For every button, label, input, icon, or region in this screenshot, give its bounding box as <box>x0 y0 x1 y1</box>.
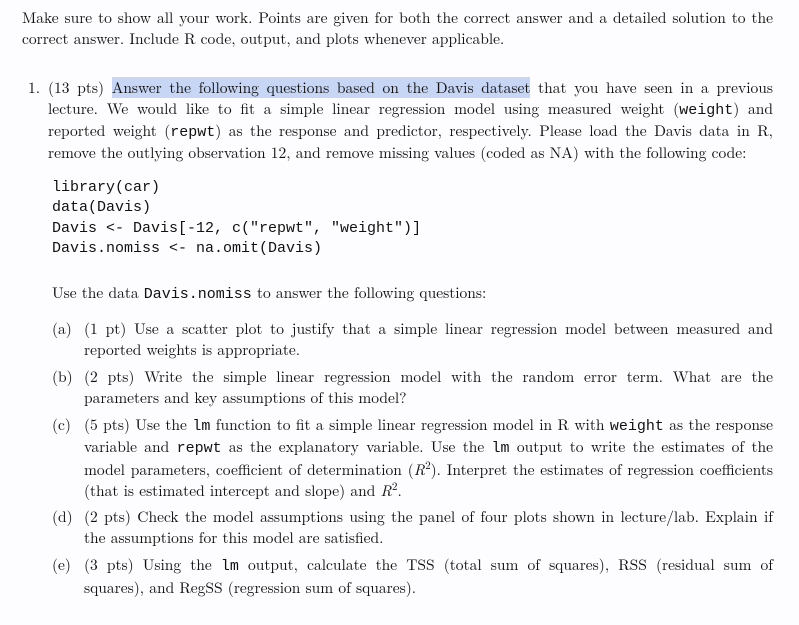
sub-question-b: (b) (2 pts) Write the simple linear regr… <box>52 367 773 409</box>
t: . <box>397 480 401 501</box>
sub-question-e: (e) (3 pts) Using the lm output, calcula… <box>52 555 773 598</box>
code-inline-repwt: repwt <box>177 440 222 457</box>
question-1: 1. (13 pts) Answer the following questio… <box>22 78 773 164</box>
lead-sentence: Use the data Davis.nomiss to answer the … <box>52 283 773 305</box>
t: Use the <box>130 414 192 435</box>
sub-question-list: (a) (1 pt) Use a scatter plot to justify… <box>52 319 773 598</box>
sub-points: (3 pts) <box>84 554 134 575</box>
sub-points: (1 pt) <box>84 318 126 339</box>
code-line: data(Davis) <box>52 199 151 216</box>
code-block: library(car) data(Davis) Davis <- Davis[… <box>52 178 773 259</box>
question-body: (13 pts) Answer the following questions … <box>48 78 773 164</box>
highlighted-text: Answer the following questions based on … <box>112 77 531 98</box>
page: Make sure to show all your work. Points … <box>0 0 799 598</box>
sub-label: (b) <box>52 367 78 409</box>
sub-text: Use a scatter plot to justify that a sim… <box>84 318 773 360</box>
sub-label: (e) <box>52 555 78 598</box>
sub-body: (1 pt) Use a scatter plot to justify tha… <box>84 319 773 361</box>
code-inline-lm: lm <box>221 558 239 575</box>
code-inline-repwt: repwt <box>170 124 215 141</box>
code-inline-weight: weight <box>610 418 664 435</box>
math-r: R <box>414 459 425 480</box>
sub-body: (3 pts) Using the lm output, calculate t… <box>84 555 773 598</box>
code-inline-weight: weight <box>679 102 733 119</box>
code-line: Davis.nomiss <- na.omit(Davis) <box>52 240 322 257</box>
sub-points: (2 pts) <box>84 506 131 527</box>
code-inline-lm: lm <box>492 440 510 457</box>
sub-points: (5 pts) <box>84 414 130 435</box>
sub-question-a: (a) (1 pt) Use a scatter plot to justify… <box>52 319 773 361</box>
sub-body: (2 pts) Write the simple linear regressi… <box>84 367 773 409</box>
t: function to fit a simple linear regressi… <box>210 414 610 435</box>
math-r: R <box>381 480 392 501</box>
t: Using the <box>134 554 221 575</box>
sub-label: (c) <box>52 415 78 501</box>
instructions-paragraph: Make sure to show all your work. Points … <box>22 8 773 50</box>
question-number: 1. <box>22 78 40 164</box>
sub-text: Check the model assumptions using the pa… <box>84 506 773 548</box>
sub-label: (d) <box>52 507 78 549</box>
code-inline-lm: lm <box>192 418 210 435</box>
sub-question-c: (c) (5 pts) Use the lm function to fit a… <box>52 415 773 501</box>
sub-label: (a) <box>52 319 78 361</box>
lead-text-b: to answer the following questions: <box>252 282 487 303</box>
code-line: Davis <- Davis[-12, c("repwt", "weight")… <box>52 220 421 237</box>
sub-points: (2 pts) <box>84 366 134 387</box>
sub-body: (5 pts) Use the lm function to fit a sim… <box>84 415 773 501</box>
sub-text: Write the simple linear regression model… <box>84 366 773 408</box>
t: as the explanatory variable. Use the <box>222 436 492 457</box>
q1-points: (13 pts) <box>48 77 104 98</box>
lead-text-a: Use the data <box>52 282 144 303</box>
sub-body: (2 pts) Check the model assumptions usin… <box>84 507 773 549</box>
code-line: library(car) <box>52 179 160 196</box>
sub-question-d: (d) (2 pts) Check the model assumptions … <box>52 507 773 549</box>
code-inline-nomiss: Davis.nomiss <box>144 286 252 303</box>
